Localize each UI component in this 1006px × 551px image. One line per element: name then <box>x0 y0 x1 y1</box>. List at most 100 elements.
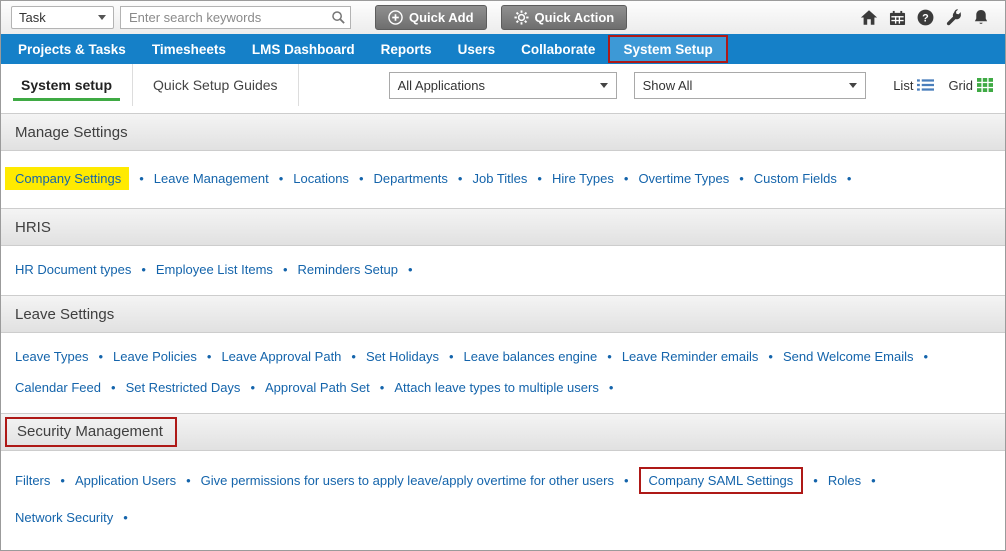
plus-circle-icon <box>388 10 403 25</box>
bell-icon[interactable] <box>973 9 989 26</box>
applications-filter-dropdown[interactable]: All Applications <box>388 71 617 99</box>
bullet-separator: • <box>607 349 612 364</box>
view-toggle: List Grid <box>893 78 1005 93</box>
links-row: Calendar Feed • Set Restricted Days • Approv… <box>15 364 991 395</box>
bullet-separator: • <box>407 262 413 277</box>
gear-icon <box>514 10 529 25</box>
task-dropdown[interactable]: Task <box>11 6 114 29</box>
wrench-icon[interactable] <box>945 9 962 26</box>
search-icon[interactable] <box>331 10 346 30</box>
nav-item-projects-tasks[interactable]: Projects & Tasks <box>5 34 139 64</box>
task-dropdown-value: Task <box>19 10 46 25</box>
tab-system-setup[interactable]: System setup <box>1 64 134 106</box>
link-network-security[interactable]: Network Security <box>15 510 113 525</box>
bullet-separator: • <box>206 349 212 364</box>
link-attach-leave-types-to-multiple-users[interactable]: Attach leave types to multiple users <box>394 380 599 395</box>
bullet-separator: • <box>186 473 191 488</box>
link-hire-types[interactable]: Hire Types <box>552 171 614 186</box>
section-header-leave-settings: Leave Settings <box>1 295 1005 333</box>
bullet-separator: • <box>448 349 454 364</box>
bullet-separator: • <box>139 171 144 186</box>
link-leave-reminder-emails[interactable]: Leave Reminder emails <box>622 349 759 364</box>
nav-item-collaborate[interactable]: Collaborate <box>508 34 608 64</box>
links-row: HR Document types • Employee List Items • Re… <box>15 246 991 277</box>
link-give-permissions-for-users-to-apply-leave-apply-overtime-for-other-users[interactable]: Give permissions for users to apply leav… <box>201 473 614 488</box>
applications-filter-value: All Applications <box>397 77 486 93</box>
chevron-down-icon <box>599 82 608 88</box>
link-reminders-setup[interactable]: Reminders Setup <box>298 262 398 277</box>
link-set-holidays[interactable]: Set Holidays <box>366 349 439 364</box>
svg-text:?: ? <box>922 12 929 24</box>
nav-item-system-setup[interactable]: System Setup <box>608 35 728 63</box>
section-body: Company Settings • Leave Management • Locati… <box>1 151 1005 208</box>
chevron-down-icon <box>848 82 857 88</box>
bullet-separator: • <box>98 349 104 364</box>
bullet-separator: • <box>846 171 852 186</box>
link-calendar-feed[interactable]: Calendar Feed <box>15 380 101 395</box>
home-icon[interactable] <box>860 9 878 26</box>
link-application-users[interactable]: Application Users <box>75 473 176 488</box>
links-row: Network Security • <box>15 494 991 525</box>
section-header-hris: HRIS <box>1 208 1005 246</box>
tab-quick-setup-guides[interactable]: Quick Setup Guides <box>133 64 299 106</box>
main-nav: Projects & Tasks Timesheets LMS Dashboard R… <box>1 34 1005 64</box>
link-leave-policies[interactable]: Leave Policies <box>113 349 197 364</box>
help-icon[interactable]: ? <box>917 9 934 26</box>
section-title: Leave Settings <box>15 305 115 323</box>
grid-view-label[interactable]: Grid <box>948 78 973 93</box>
link-approval-path-set[interactable]: Approval Path Set <box>265 380 370 395</box>
show-all-filter-value: Show All <box>642 77 693 93</box>
nav-item-lms-dashboard[interactable]: LMS Dashboard <box>239 34 368 64</box>
link-locations[interactable]: Locations <box>293 171 349 186</box>
link-employee-list-items[interactable]: Employee List Items <box>156 262 273 277</box>
nav-item-users[interactable]: Users <box>445 34 509 64</box>
search-input[interactable] <box>120 6 351 29</box>
bullet-separator: • <box>768 349 773 364</box>
grid-view-icon[interactable] <box>977 78 993 92</box>
chevron-down-icon <box>98 15 106 20</box>
link-leave-approval-path[interactable]: Leave Approval Path <box>221 349 341 364</box>
toolbar-right-icons: ? <box>860 9 995 26</box>
link-roles[interactable]: Roles <box>828 473 861 488</box>
link-set-restricted-days[interactable]: Set Restricted Days <box>126 380 241 395</box>
sections: Manage Settings Company Settings • Leave Ma… <box>1 106 1005 543</box>
link-job-titles[interactable]: Job Titles <box>472 171 527 186</box>
bullet-separator: • <box>351 349 356 364</box>
link-company-saml-settings[interactable]: Company SAML Settings <box>638 467 804 494</box>
search-box <box>120 6 351 29</box>
bullet-separator: • <box>60 473 65 488</box>
link-hr-document-types[interactable]: HR Document types <box>15 262 131 277</box>
list-view-icon[interactable] <box>917 78 935 92</box>
quick-action-button[interactable]: Quick Action <box>500 5 628 30</box>
bullet-separator: • <box>358 171 364 186</box>
link-filters[interactable]: Filters <box>15 473 50 488</box>
subbar: System setup Quick Setup Guides All Appli… <box>1 64 1005 106</box>
section-body: Leave Types • Leave Policies • Leave Approva… <box>1 333 1005 413</box>
nav-item-reports[interactable]: Reports <box>368 34 445 64</box>
quick-add-button[interactable]: Quick Add <box>375 5 487 30</box>
bullet-separator: • <box>250 380 255 395</box>
link-leave-balances-engine[interactable]: Leave balances engine <box>464 349 598 364</box>
section-body: Filters • Application Users • Give permissio… <box>1 451 1005 543</box>
link-overtime-types[interactable]: Overtime Types <box>638 171 729 186</box>
section-header-security-management: Security Management <box>1 413 1005 451</box>
calendar-icon[interactable] <box>889 10 906 26</box>
bullet-separator: • <box>111 380 116 395</box>
section-title: Manage Settings <box>15 123 128 141</box>
top-toolbar: Task Quick Add Quick Action <box>1 1 1005 34</box>
quick-add-label: Quick Add <box>409 10 474 25</box>
list-view-label[interactable]: List <box>893 78 913 93</box>
link-departments[interactable]: Departments <box>374 171 448 186</box>
link-custom-fields[interactable]: Custom Fields <box>754 171 837 186</box>
bullet-separator: • <box>282 262 288 277</box>
link-leave-management[interactable]: Leave Management <box>154 171 269 186</box>
section-title: Security Management <box>5 417 177 447</box>
nav-item-timesheets[interactable]: Timesheets <box>139 34 239 64</box>
link-send-welcome-emails[interactable]: Send Welcome Emails <box>783 349 914 364</box>
link-company-settings[interactable]: Company Settings <box>5 167 130 190</box>
bullet-separator: • <box>379 380 385 395</box>
show-all-filter-dropdown[interactable]: Show All <box>633 71 866 99</box>
bullet-separator: • <box>813 473 818 488</box>
bullet-separator: • <box>623 473 629 488</box>
link-leave-types[interactable]: Leave Types <box>15 349 88 364</box>
